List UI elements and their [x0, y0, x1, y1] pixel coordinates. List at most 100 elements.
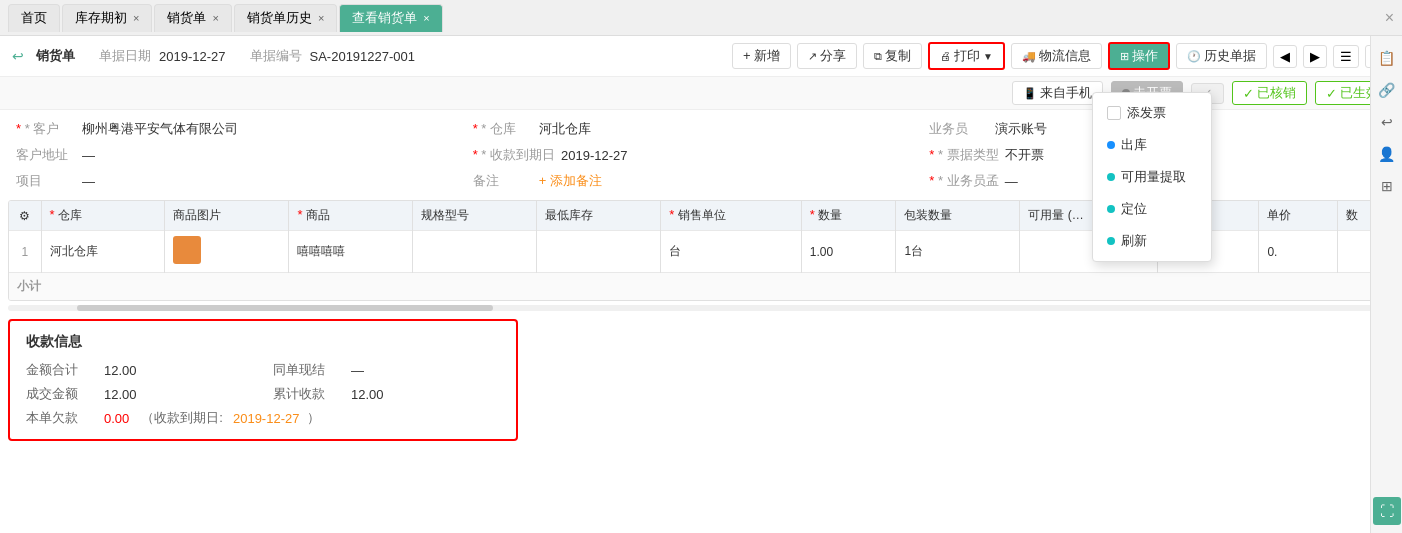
sidebar-icon-expand[interactable]: ⛶: [1373, 497, 1401, 525]
row-min-stock: [537, 231, 661, 273]
sidebar-icon-link[interactable]: 🔗: [1373, 76, 1401, 104]
dropdown-item-invoice[interactable]: 添发票: [1093, 97, 1211, 129]
payment-title: 收款信息: [26, 333, 500, 351]
customer-value: 柳州粤港平安气体有限公司: [82, 120, 238, 138]
staff-label: 业务员: [929, 120, 989, 138]
date-value: 2019-12-27: [159, 49, 226, 64]
cumulative-label: 累计收款: [273, 385, 343, 403]
col-unit-price: 单价: [1259, 201, 1337, 231]
history-button[interactable]: 🕐 历史单据: [1176, 43, 1267, 69]
window-close-button[interactable]: ×: [1385, 9, 1394, 27]
ticket-type-value: 不开票: [1005, 146, 1044, 164]
tab-view-sales[interactable]: 查看销货单 ×: [339, 4, 442, 32]
col-gear: ⚙: [9, 201, 41, 231]
sidebar-icon-grid[interactable]: ⊞: [1373, 172, 1401, 200]
col-pack-qty: 包装数量: [896, 201, 1020, 231]
subtotal-label: 小计: [9, 273, 1393, 301]
dropdown-item-outbound[interactable]: 出库: [1093, 129, 1211, 161]
deal-value: 12.00: [104, 387, 137, 402]
project-label: 项目: [16, 172, 76, 190]
customer-label: * 客户: [16, 120, 76, 138]
payment-grid: 金额合计 12.00 同单现结 — 成交金额 12.00 累计收款 12.00 …: [26, 361, 500, 427]
available-dot: [1107, 173, 1115, 181]
remark-field: 备注 + 添加备注: [473, 172, 930, 190]
owe-value: 0.00: [104, 411, 129, 426]
right-sidebar: 📋 🔗 ↩ 👤 ⊞ ⛶: [1370, 36, 1402, 533]
row-product: 嘻嘻嘻嘻: [289, 231, 413, 273]
no-value: SA-20191227-001: [310, 49, 416, 64]
tab-sales-history[interactable]: 销货单历史 ×: [234, 4, 337, 32]
date-label: 单据日期: [99, 47, 151, 65]
deal-row: 成交金额 12.00: [26, 385, 253, 403]
doc-meta: 单据日期 2019-12-27 单据编号 SA-20191227-001: [99, 47, 724, 65]
row-warehouse: 河北仓库: [41, 231, 165, 273]
col-warehouse: * 仓库: [41, 201, 165, 231]
row-spec: [413, 231, 537, 273]
dropdown-item-refresh[interactable]: 刷新: [1093, 225, 1211, 257]
project-field: 项目 —: [16, 172, 473, 190]
col-product: * 商品: [289, 201, 413, 231]
total-label: 金额合计: [26, 361, 96, 379]
logistics-button[interactable]: 🚚 物流信息: [1011, 43, 1102, 69]
tab-close-inventory[interactable]: ×: [133, 12, 139, 24]
sold-button[interactable]: ✓ 已核销: [1232, 81, 1307, 105]
operate-dropdown: 添发票 出库 可用量提取 定位 刷新: [1092, 92, 1212, 262]
owe-row: 本单欠款 0.00 （收款到期日: 2019-12-27 ）: [26, 409, 500, 427]
owe-close: ）: [307, 409, 320, 427]
new-button[interactable]: + 新增: [732, 43, 791, 69]
add-remark-button[interactable]: + 添加备注: [539, 172, 602, 190]
copy-button[interactable]: ⧉ 复制: [863, 43, 922, 69]
operate-button[interactable]: ⊞ 操作: [1108, 42, 1170, 70]
toolbar: ↩ 销货单 单据日期 2019-12-27 单据编号 SA-20191227-0…: [0, 36, 1402, 77]
owe-label: 本单欠款: [26, 409, 96, 427]
from-mobile-button[interactable]: 📱 来自手机: [1012, 81, 1103, 105]
horizontal-scrollbar[interactable]: [8, 305, 1394, 311]
row-unit-price: 0.: [1259, 231, 1337, 273]
address-label: 客户地址: [16, 146, 76, 164]
tab-home[interactable]: 首页: [8, 4, 60, 32]
tab-close-history[interactable]: ×: [318, 12, 324, 24]
sales-meng-label: * 业务员孟: [929, 172, 998, 190]
cumulative-value: 12.00: [351, 387, 384, 402]
dropdown-item-available[interactable]: 可用量提取: [1093, 161, 1211, 193]
tab-sales-order[interactable]: 销货单 ×: [154, 4, 231, 32]
tab-inventory-initial[interactable]: 库存期初 ×: [62, 4, 152, 32]
warehouse-label: * 仓库: [473, 120, 533, 138]
deal-label: 成交金额: [26, 385, 96, 403]
invoice-label: 添发票: [1127, 104, 1166, 122]
invoice-icon: [1107, 106, 1121, 120]
owe-note: （收款到期日:: [141, 409, 223, 427]
row-pack-qty: 1台: [896, 231, 1020, 273]
outbound-label: 出库: [1121, 136, 1147, 154]
row-unit: 台: [661, 231, 801, 273]
sidebar-icon-user[interactable]: 👤: [1373, 140, 1401, 168]
customer-field: * 客户 柳州粤港平安气体有限公司: [16, 120, 473, 138]
address-value: —: [82, 148, 95, 163]
sidebar-icon-return[interactable]: ↩: [1373, 108, 1401, 136]
total-value: 12.00: [104, 363, 137, 378]
address-field: 客户地址 —: [16, 146, 473, 164]
total-row: 金额合计 12.00: [26, 361, 253, 379]
next-button[interactable]: ▶: [1303, 45, 1327, 68]
refresh-label: 刷新: [1121, 232, 1147, 250]
print-button[interactable]: 🖨 打印 ▼: [928, 42, 1005, 70]
dropdown-item-locate[interactable]: 定位: [1093, 193, 1211, 225]
toolbar-actions: + 新增 ↗ 分享 ⧉ 复制 🖨 打印 ▼ 🚚 物流信息 ⊞ 操作: [732, 42, 1390, 70]
sidebar-icon-doc[interactable]: 📋: [1373, 44, 1401, 72]
list-view-button[interactable]: ☰: [1333, 45, 1359, 68]
tab-close-view[interactable]: ×: [423, 12, 429, 24]
row-number: 1: [9, 231, 41, 273]
row-image: [165, 231, 289, 273]
scroll-thumb[interactable]: [77, 305, 493, 311]
share-button[interactable]: ↗ 分享: [797, 43, 857, 69]
owe-date: 2019-12-27: [233, 411, 300, 426]
project-value: —: [82, 174, 95, 189]
staff-value: 演示账号: [995, 120, 1047, 138]
same-order-row: 同单现结 —: [273, 361, 500, 379]
doc-title: 销货单: [36, 47, 75, 65]
warehouse-field: * 仓库 河北仓库: [473, 120, 930, 138]
prev-button[interactable]: ◀: [1273, 45, 1297, 68]
same-order-value: —: [351, 363, 364, 378]
refresh-dot: [1107, 237, 1115, 245]
tab-close-sales[interactable]: ×: [212, 12, 218, 24]
